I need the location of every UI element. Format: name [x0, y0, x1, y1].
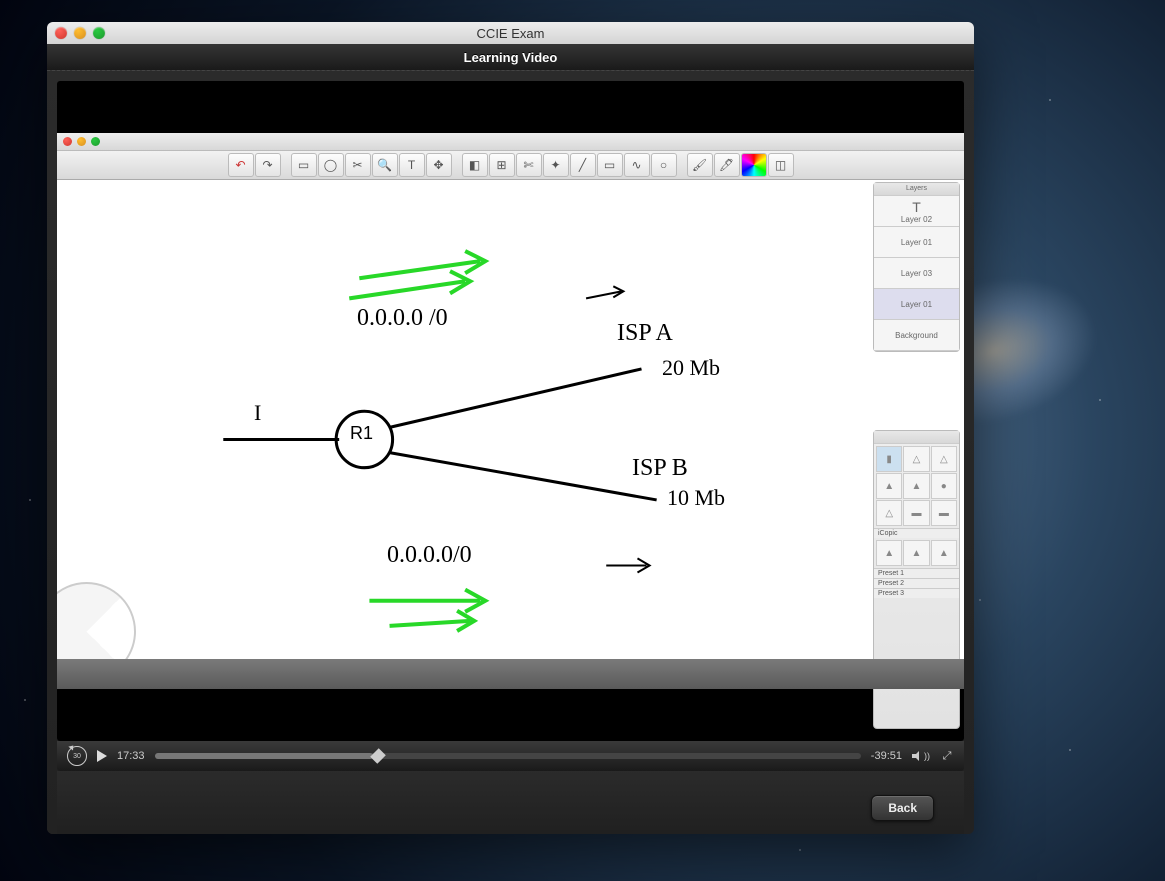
circle-icon: ○: [651, 153, 677, 177]
volume-icon: [912, 751, 922, 761]
diagram-isp-b: ISP B: [632, 455, 688, 482]
fullscreen-button[interactable]: ⤢: [940, 749, 954, 763]
text-tool-icon: T: [399, 153, 425, 177]
video-controls: 30 17:33 -39:51 )) ⤢: [57, 741, 964, 771]
footer-bar: Back: [57, 771, 964, 834]
brush-thumb: ▮: [876, 446, 902, 472]
back-button[interactable]: Back: [871, 795, 934, 821]
volume-button[interactable]: )): [912, 751, 930, 761]
brush-grid-2: ▲▲▲: [874, 538, 959, 568]
seek-progress: [155, 753, 374, 759]
brush-preset: Preset 1: [874, 568, 959, 578]
minimize-window-button[interactable]: [74, 27, 86, 39]
curve-icon: ∿: [624, 153, 650, 177]
rect-select-icon: ▭: [291, 153, 317, 177]
rect-shape-icon: ▭: [597, 153, 623, 177]
grid-icon: ⊞: [489, 153, 515, 177]
app-window: CCIE Exam Learning Video ↶: [47, 22, 974, 834]
inner-traffic-lights: [63, 137, 100, 146]
ellipse-select-icon: ◯: [318, 153, 344, 177]
color-wheel-icon: [741, 153, 767, 177]
diagram-top-route: 0.0.0.0 /0: [357, 305, 448, 332]
play-button[interactable]: [97, 750, 107, 762]
inner-titlebar: [57, 133, 964, 151]
content-area: ↶ ↷ ▭ ◯ ✂ 🔍 T ✥ ◧ ⊞: [47, 71, 974, 834]
diagram-bottom-route: 0.0.0.0/0: [387, 542, 472, 569]
brush-grid: ▮△△ ▲▲● △▬▬: [874, 444, 959, 528]
redo-icon: ↷: [255, 153, 281, 177]
layers-header: Layers: [874, 183, 959, 196]
scissors-icon: ✄: [516, 153, 542, 177]
undo-icon: ↶: [228, 153, 254, 177]
eraser-icon: ◧: [462, 153, 488, 177]
volume-waves-icon: )): [924, 751, 930, 761]
crop-icon: ✂: [345, 153, 371, 177]
diagram-router-label: R1: [350, 423, 373, 444]
brush-thumb: ▲: [876, 473, 902, 499]
pen-icon: 🖊: [714, 153, 740, 177]
video-player: ↶ ↷ ▭ ◯ ✂ 🔍 T ✥ ◧ ⊞: [57, 81, 964, 741]
whiteboard-canvas: I R1 0.0.0.0 /0 0.0.0.0/0 ISP A 20 Mb IS…: [57, 180, 964, 689]
brush-thumb: ●: [931, 473, 957, 499]
drawing-toolbar: ↶ ↷ ▭ ◯ ✂ 🔍 T ✥ ◧ ⊞: [57, 151, 964, 180]
zoom-icon: 🔍: [372, 153, 398, 177]
brush-thumb: ▲: [903, 540, 929, 566]
elapsed-time: 17:33: [117, 750, 145, 762]
video-content-drawing-app: ↶ ↷ ▭ ◯ ✂ 🔍 T ✥ ◧ ⊞: [57, 133, 964, 689]
layer-item-selected: Layer 01: [874, 289, 959, 320]
brush-thumb: △: [876, 500, 902, 526]
layer-item: TLayer 02: [874, 196, 959, 227]
brush-icon: 🖌: [687, 153, 713, 177]
diagram-isp-a-bw: 20 Mb: [662, 355, 720, 381]
brush-thumb: ▬: [903, 500, 929, 526]
move-tool-icon: ✥: [426, 153, 452, 177]
swatches-icon: ◫: [768, 153, 794, 177]
brush-thumb: ▲: [903, 473, 929, 499]
zoom-window-button[interactable]: [93, 27, 105, 39]
traffic-lights: [55, 27, 105, 39]
brush-thumb: △: [903, 446, 929, 472]
diagram-isp-b-bw: 10 Mb: [667, 485, 725, 511]
inner-close-icon: [63, 137, 72, 146]
wand-icon: ✦: [543, 153, 569, 177]
brush-thumb: △: [931, 446, 957, 472]
layer-item: Background: [874, 320, 959, 351]
diagram-left-label: I: [254, 400, 261, 426]
window-titlebar: CCIE Exam: [47, 22, 974, 44]
close-window-button[interactable]: [55, 27, 67, 39]
page-subtitle: Learning Video: [47, 44, 974, 71]
brush-preset: Preset 2: [874, 578, 959, 588]
inner-bottom-bar: [57, 659, 964, 689]
brush-thumb: ▲: [876, 540, 902, 566]
seek-knob[interactable]: [371, 748, 387, 764]
inner-zoom-icon: [91, 137, 100, 146]
seek-slider[interactable]: [155, 753, 861, 759]
layer-item: Layer 03: [874, 258, 959, 289]
line-icon: ╱: [570, 153, 596, 177]
inner-minimize-icon: [77, 137, 86, 146]
window-title: CCIE Exam: [47, 26, 974, 41]
brush-section-label: iCopic: [874, 528, 959, 538]
brush-panel-header: [874, 431, 959, 444]
brush-thumb: ▬: [931, 500, 957, 526]
remaining-time: -39:51: [871, 750, 902, 762]
skip-back-30-button[interactable]: 30: [67, 746, 87, 766]
layer-item: Layer 01: [874, 227, 959, 258]
brush-thumb: ▲: [931, 540, 957, 566]
diagram-svg: [57, 180, 964, 689]
layers-panel: Layers TLayer 02 Layer 01 Layer 03 Layer…: [873, 182, 960, 352]
diagram-isp-a: ISP A: [617, 320, 673, 347]
desktop-wallpaper: CCIE Exam Learning Video ↶: [0, 0, 1165, 881]
brush-preset: Preset 3: [874, 588, 959, 598]
